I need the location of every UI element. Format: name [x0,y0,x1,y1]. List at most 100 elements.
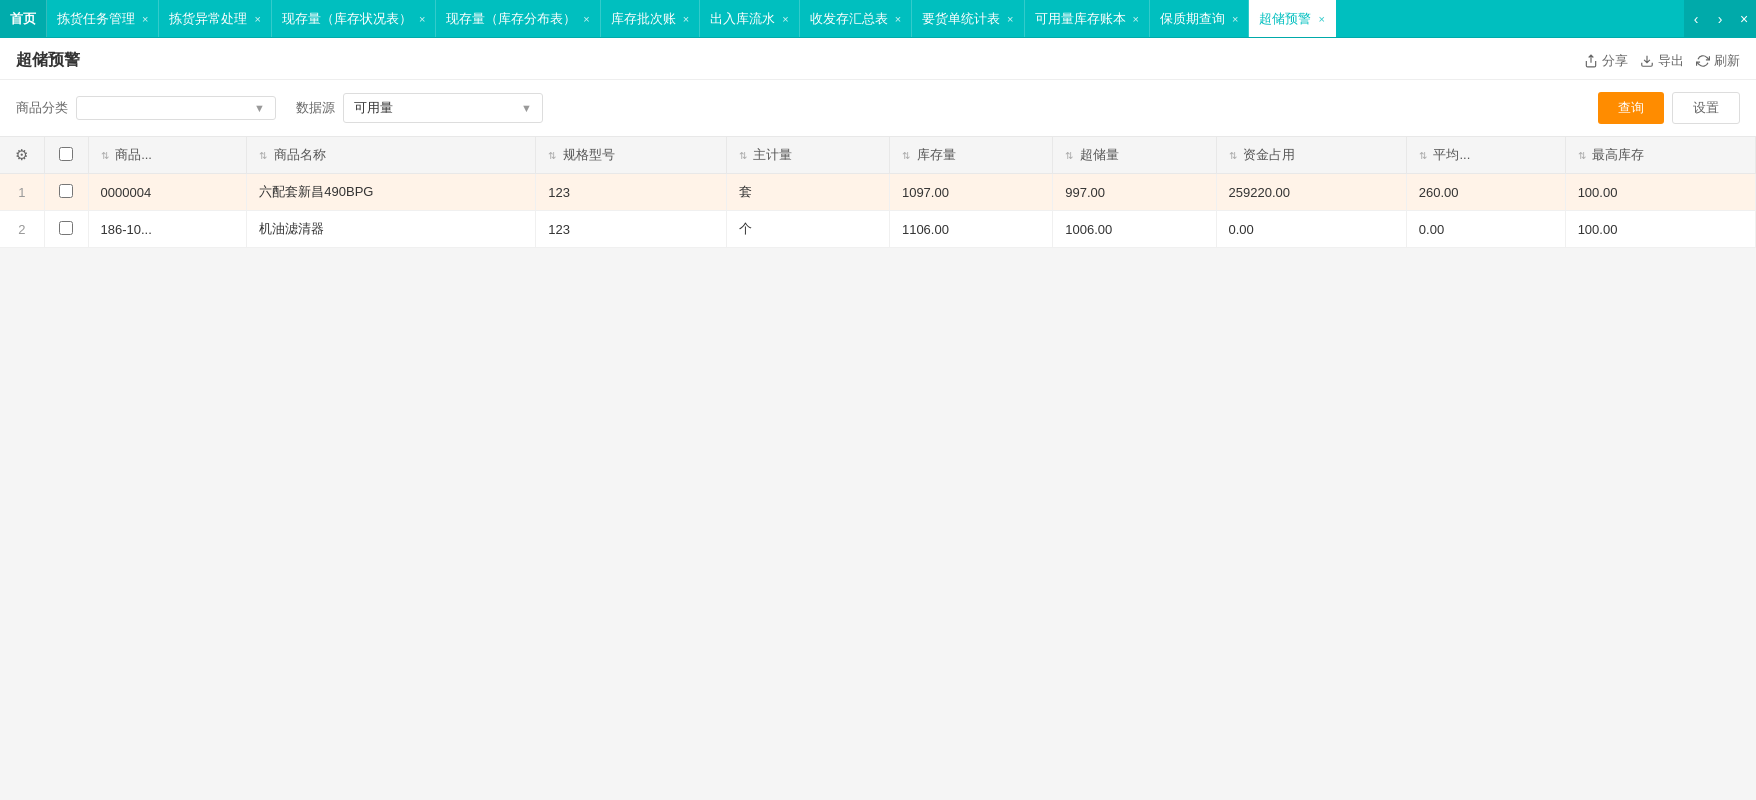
datasource-label: 数据源 [296,99,335,117]
category-filter-group: 商品分类 ▼ [16,96,276,120]
tab-10[interactable]: 保质期查询 × [1150,0,1249,37]
row-over-1: 1006.00 [1053,211,1216,248]
tab-3-close[interactable]: × [419,13,425,25]
row-code-1: 186-10... [88,211,247,248]
tab-5-close[interactable]: × [683,13,689,25]
row-checkbox-0[interactable] [59,184,73,198]
share-action[interactable]: 分享 [1584,52,1628,70]
sort-icon-name: ⇅ [259,150,267,161]
tab-10-close[interactable]: × [1232,13,1238,25]
sort-icon-unit: ⇅ [739,150,747,161]
row-unit-1: 个 [726,211,889,248]
sort-icon-over: ⇅ [1065,150,1073,161]
nav-arrow-left[interactable]: ‹ [1684,0,1708,38]
category-select-arrow: ▼ [254,102,265,114]
tab-9[interactable]: 可用量库存账本 × [1025,0,1150,37]
top-navigation: 首页 拣货任务管理 × 拣货异常处理 × 现存量（库存状况表） × 现存量（库存… [0,0,1756,38]
row-seq-1: 2 [0,211,44,248]
datasource-select[interactable]: 可用量 ▼ [343,93,543,123]
row-spec-0: 123 [536,174,726,211]
gear-icon[interactable]: ⚙ [15,146,28,163]
col-spec-header[interactable]: ⇅ 规格型号 [536,137,726,174]
tab-8-close[interactable]: × [1007,13,1013,25]
col-avg-header[interactable]: ⇅ 平均... [1406,137,1565,174]
page-container: 超储预警 分享 导出 刷新 [0,38,1756,248]
col-stock-header[interactable]: ⇅ 库存量 [889,137,1052,174]
data-table: ⚙ ⇅ 商品... ⇅ 商品名称 ⇅ 规格型号 [0,136,1756,248]
col-unit-header[interactable]: ⇅ 主计量 [726,137,889,174]
page-header: 超储预警 分享 导出 刷新 [0,38,1756,80]
sort-icon-stock: ⇅ [902,150,910,161]
col-code-header[interactable]: ⇅ 商品... [88,137,247,174]
export-action[interactable]: 导出 [1640,52,1684,70]
nav-arrows: ‹ › × [1684,0,1756,38]
tab-2[interactable]: 拣货异常处理 × [159,0,271,37]
tab-1-close[interactable]: × [142,13,148,25]
tab-6[interactable]: 出入库流水 × [700,0,799,37]
col-capital-header[interactable]: ⇅ 资金占用 [1216,137,1406,174]
tab-7-close[interactable]: × [895,13,901,25]
settings-button[interactable]: 设置 [1672,92,1740,124]
refresh-icon [1696,54,1710,68]
col-over-header[interactable]: ⇅ 超储量 [1053,137,1216,174]
tab-6-close[interactable]: × [782,13,788,25]
refresh-action[interactable]: 刷新 [1696,52,1740,70]
table-body: 1 0000004 六配套新昌490BPG 123 套 1097.00 997.… [0,174,1756,248]
col-max-header[interactable]: ⇅ 最高库存 [1565,137,1755,174]
row-avg-0: 260.00 [1406,174,1565,211]
tab-8[interactable]: 要货单统计表 × [912,0,1024,37]
col-name-header[interactable]: ⇅ 商品名称 [247,137,536,174]
row-stock-0: 1097.00 [889,174,1052,211]
table-row[interactable]: 1 0000004 六配套新昌490BPG 123 套 1097.00 997.… [0,174,1756,211]
table-row[interactable]: 2 186-10... 机油滤清器 123 个 1106.00 1006.00 … [0,211,1756,248]
header-actions: 分享 导出 刷新 [1584,52,1740,70]
row-over-0: 997.00 [1053,174,1216,211]
category-select[interactable]: ▼ [76,96,276,120]
nav-home[interactable]: 首页 [0,0,47,37]
row-checkbox-1[interactable] [59,221,73,235]
sort-icon-code: ⇅ [101,150,109,161]
nav-arrow-close[interactable]: × [1732,0,1756,38]
sort-icon-max: ⇅ [1578,150,1586,161]
tab-1[interactable]: 拣货任务管理 × [47,0,159,37]
filter-actions: 查询 设置 [1598,92,1740,124]
filter-area: 商品分类 ▼ 数据源 可用量 ▼ 查询 设置 [0,80,1756,136]
sort-icon-capital: ⇅ [1229,150,1237,161]
col-gear: ⚙ [0,137,44,174]
category-label: 商品分类 [16,99,68,117]
tab-5[interactable]: 库存批次账 × [601,0,700,37]
table-container: ⚙ ⇅ 商品... ⇅ 商品名称 ⇅ 规格型号 [0,136,1756,248]
tab-3[interactable]: 现存量（库存状况表） × [272,0,436,37]
tab-2-close[interactable]: × [254,13,260,25]
query-button[interactable]: 查询 [1598,92,1664,124]
row-check-0[interactable] [44,174,88,211]
row-unit-0: 套 [726,174,889,211]
row-check-1[interactable] [44,211,88,248]
sort-icon-avg: ⇅ [1419,150,1427,161]
row-code-0: 0000004 [88,174,247,211]
tab-4-close[interactable]: × [583,13,589,25]
datasource-value: 可用量 [354,99,393,117]
row-name-1: 机油滤清器 [247,211,536,248]
nav-arrow-right[interactable]: › [1708,0,1732,38]
row-capital-0: 259220.00 [1216,174,1406,211]
col-check-header [44,137,88,174]
tab-9-close[interactable]: × [1133,13,1139,25]
row-avg-1: 0.00 [1406,211,1565,248]
datasource-select-arrow: ▼ [521,102,532,114]
row-capital-1: 0.00 [1216,211,1406,248]
row-max-1: 100.00 [1565,211,1755,248]
tab-4[interactable]: 现存量（库存分布表） × [436,0,600,37]
select-all-checkbox[interactable] [59,147,73,161]
datasource-filter-group: 数据源 可用量 ▼ [296,93,543,123]
export-icon [1640,54,1654,68]
page-title: 超储预警 [16,50,80,71]
tab-7[interactable]: 收发存汇总表 × [800,0,912,37]
row-seq-0: 1 [0,174,44,211]
row-stock-1: 1106.00 [889,211,1052,248]
sort-icon-spec: ⇅ [548,150,556,161]
row-max-0: 100.00 [1565,174,1755,211]
tab-11-close[interactable]: × [1318,13,1324,25]
tab-11[interactable]: 超储预警 × [1249,0,1335,37]
row-spec-1: 123 [536,211,726,248]
